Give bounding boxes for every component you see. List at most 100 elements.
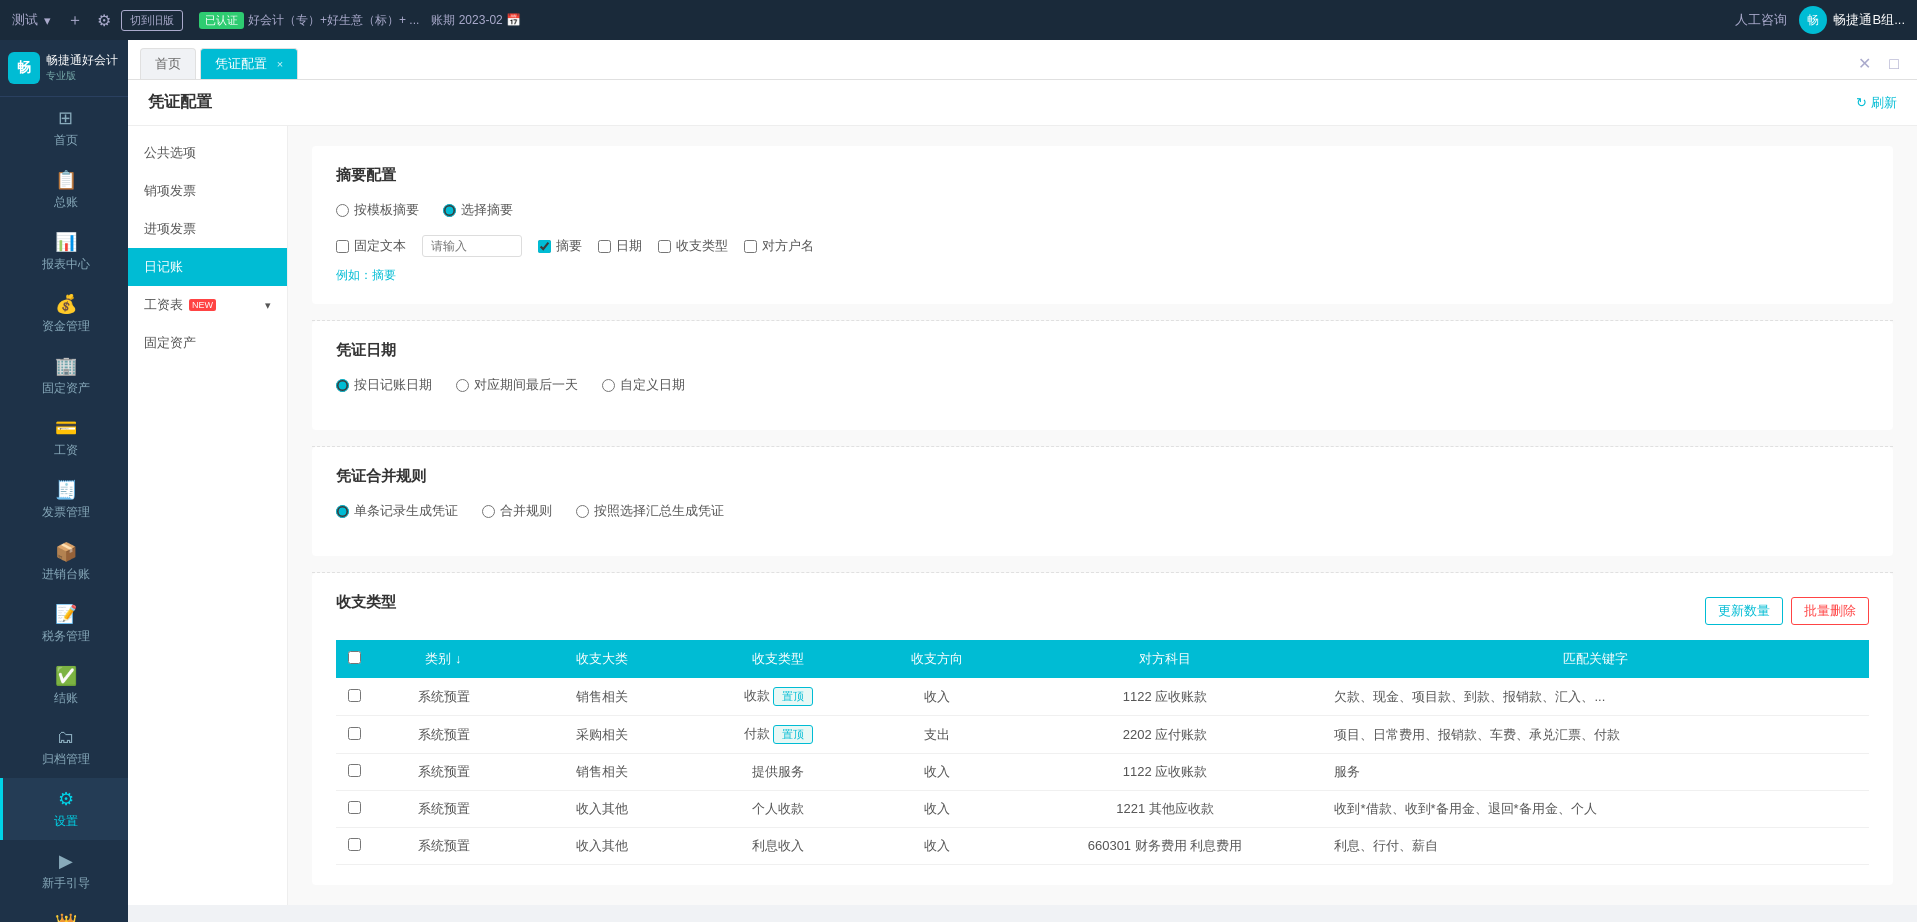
voucher-date-radio-custom-input[interactable] — [602, 379, 615, 392]
summary-radio-template-label: 按模板摘要 — [354, 201, 419, 219]
merge-radio-single-input[interactable] — [336, 505, 349, 518]
sidebar-item-tax[interactable]: 📝 税务管理 — [0, 593, 128, 655]
home-icon: ⊞ — [58, 107, 73, 129]
refresh-button[interactable]: ↻ 刷新 — [1856, 94, 1897, 112]
left-nav-purchase-invoice-label: 进项发票 — [144, 220, 196, 238]
sidebar-item-funds[interactable]: 💰 资金管理 — [0, 283, 128, 345]
reports-icon: 📊 — [55, 231, 77, 253]
merge-radio-merge[interactable]: 合并规则 — [482, 502, 552, 520]
purchase-sales-icon: 📦 — [55, 541, 77, 563]
voucher-date-radio-journal[interactable]: 按日记账日期 — [336, 376, 432, 394]
row5-checkbox[interactable] — [348, 838, 361, 851]
merge-radio-single[interactable]: 单条记录生成凭证 — [336, 502, 458, 520]
company-dropdown-icon[interactable]: ▾ — [44, 13, 51, 28]
row1-checkbox[interactable] — [348, 689, 361, 702]
sidebar-item-salary[interactable]: 💳 工资 — [0, 407, 128, 469]
summary-radio-template[interactable]: 按模板摘要 — [336, 201, 419, 219]
add-icon[interactable]: ＋ — [63, 8, 87, 33]
settings-icon[interactable]: ⚙ — [93, 9, 115, 32]
merge-rules-radio-group: 单条记录生成凭证 合并规则 按照选择汇总生成凭证 — [336, 502, 1869, 520]
table-row: 系统预置 收入其他 利息收入 收入 660301 财务费用 利息费用 利息、行付… — [336, 828, 1869, 865]
sidebar-item-purchase-sales[interactable]: 📦 进销台账 — [0, 531, 128, 593]
left-nav-payroll[interactable]: 工资表 NEW ▾ — [128, 286, 287, 324]
config-content: 摘要配置 按模板摘要 选择摘要 — [288, 126, 1917, 905]
checkbox-date[interactable]: 日期 — [598, 237, 642, 255]
left-nav-public[interactable]: 公共选项 — [128, 134, 287, 172]
checkbox-summary-input[interactable] — [538, 240, 551, 253]
tab-close-icon[interactable]: × — [277, 58, 283, 70]
sidebar-item-invoice[interactable]: 🧾 发票管理 — [0, 469, 128, 531]
sidebar-item-closing[interactable]: ✅ 结账 — [0, 655, 128, 717]
member-icon: 👑 — [55, 912, 77, 922]
summary-radio-select-input[interactable] — [443, 204, 456, 217]
row4-keyword: 收到*借款、收到*备用金、退回*备用金、个人 — [1322, 791, 1869, 828]
sidebar-label-tax: 税务管理 — [42, 628, 90, 645]
left-nav-purchase-invoice[interactable]: 进项发票 — [128, 210, 287, 248]
sidebar-item-settings[interactable]: ⚙ 设置 — [0, 778, 128, 840]
checkbox-counterpart-name[interactable]: 对方户名 — [744, 237, 814, 255]
left-nav-sales-invoice[interactable]: 销项发票 — [128, 172, 287, 210]
switch-version-button[interactable]: 切到旧版 — [121, 10, 183, 31]
voucher-date-radio-custom[interactable]: 自定义日期 — [602, 376, 685, 394]
th-checkbox — [336, 640, 373, 678]
left-nav-journal[interactable]: 日记账 — [128, 248, 287, 286]
sidebar-item-member[interactable]: 👑 畅会员 — [0, 902, 128, 922]
tab-bar: 首页 凭证配置 × ✕ □ — [128, 40, 1917, 80]
batch-delete-button[interactable]: 批量删除 — [1791, 597, 1869, 625]
tab-home[interactable]: 首页 — [140, 48, 196, 79]
voucher-date-radio-journal-label: 按日记账日期 — [354, 376, 432, 394]
checkbox-fixed-text[interactable]: 固定文本 — [336, 237, 406, 255]
left-nav: 公共选项 销项发票 进项发票 日记账 工资表 NEW ▾ — [128, 126, 288, 905]
merge-radio-merge-input[interactable] — [482, 505, 495, 518]
update-count-button[interactable]: 更新数量 — [1705, 597, 1783, 625]
checkbox-counterpart-name-input[interactable] — [744, 240, 757, 253]
left-nav-fixed-assets[interactable]: 固定资产 — [128, 324, 287, 362]
checkbox-fixed-text-input[interactable] — [336, 240, 349, 253]
checkbox-summary[interactable]: 摘要 — [538, 237, 582, 255]
row3-account: 1122 应收账款 — [1008, 754, 1323, 791]
fixed-text-input[interactable] — [422, 235, 522, 257]
row4-checkbox[interactable] — [348, 801, 361, 814]
window-maximize-button[interactable]: □ — [1883, 52, 1905, 75]
row4-sub-type: 个人收款 — [690, 791, 866, 828]
select-all-checkbox[interactable] — [348, 651, 361, 664]
row2-tag-button[interactable]: 置顶 — [773, 725, 813, 744]
support-label[interactable]: 人工咨询 — [1735, 11, 1787, 29]
left-nav-payroll-label: 工资表 — [144, 296, 183, 314]
sidebar-label-invoice: 发票管理 — [42, 504, 90, 521]
table-row: 系统预置 销售相关 收款 置顶 收入 1122 应收账款 欠款、现金、项目款、到… — [336, 678, 1869, 716]
row2-checkbox[interactable] — [348, 727, 361, 740]
left-nav-journal-label: 日记账 — [144, 258, 183, 276]
user-name-text: 畅捷通B组... — [1833, 11, 1905, 29]
tab-voucher-config[interactable]: 凭证配置 × — [200, 48, 298, 79]
voucher-date-radio-journal-input[interactable] — [336, 379, 349, 392]
voucher-date-radio-period-last-input[interactable] — [456, 379, 469, 392]
tab-voucher-config-label: 凭证配置 — [215, 56, 267, 71]
sidebar-item-ledger[interactable]: 📋 总账 — [0, 159, 128, 221]
summary-radio-template-input[interactable] — [336, 204, 349, 217]
checkbox-date-input[interactable] — [598, 240, 611, 253]
voucher-date-radio-period-last[interactable]: 对应期间最后一天 — [456, 376, 578, 394]
row2-keyword: 项目、日常费用、报销款、车费、承兑汇票、付款 — [1322, 716, 1869, 754]
merge-radio-summary[interactable]: 按照选择汇总生成凭证 — [576, 502, 724, 520]
checkbox-income-expense-type[interactable]: 收支类型 — [658, 237, 728, 255]
row3-checkbox[interactable] — [348, 764, 361, 777]
user-avatar[interactable]: 畅 畅捷通B组... — [1799, 6, 1905, 34]
window-close-button[interactable]: ✕ — [1852, 52, 1877, 75]
checkbox-income-expense-type-input[interactable] — [658, 240, 671, 253]
sidebar-item-reports[interactable]: 📊 报表中心 — [0, 221, 128, 283]
summary-radio-select[interactable]: 选择摘要 — [443, 201, 513, 219]
sidebar-label-ledger: 总账 — [54, 194, 78, 211]
sidebar-item-guide[interactable]: ▶ 新手引导 — [0, 840, 128, 902]
table-header: 收支类型 更新数量 批量删除 — [336, 593, 1869, 628]
row1-tag-button[interactable]: 置顶 — [773, 687, 813, 706]
sidebar-item-assets[interactable]: 🏢 固定资产 — [0, 345, 128, 407]
sidebar-item-home[interactable]: ⊞ 首页 — [0, 97, 128, 159]
sidebar-item-archive[interactable]: 🗂 归档管理 — [0, 717, 128, 778]
company-name: 测试 — [12, 11, 38, 29]
merge-radio-summary-input[interactable] — [576, 505, 589, 518]
th-category[interactable]: 类别 ↓ — [373, 640, 514, 678]
sidebar-label-salary: 工资 — [54, 442, 78, 459]
top-bar-actions: ＋ ⚙ 切到旧版 — [63, 8, 183, 33]
payroll-arrow-icon: ▾ — [265, 299, 271, 312]
